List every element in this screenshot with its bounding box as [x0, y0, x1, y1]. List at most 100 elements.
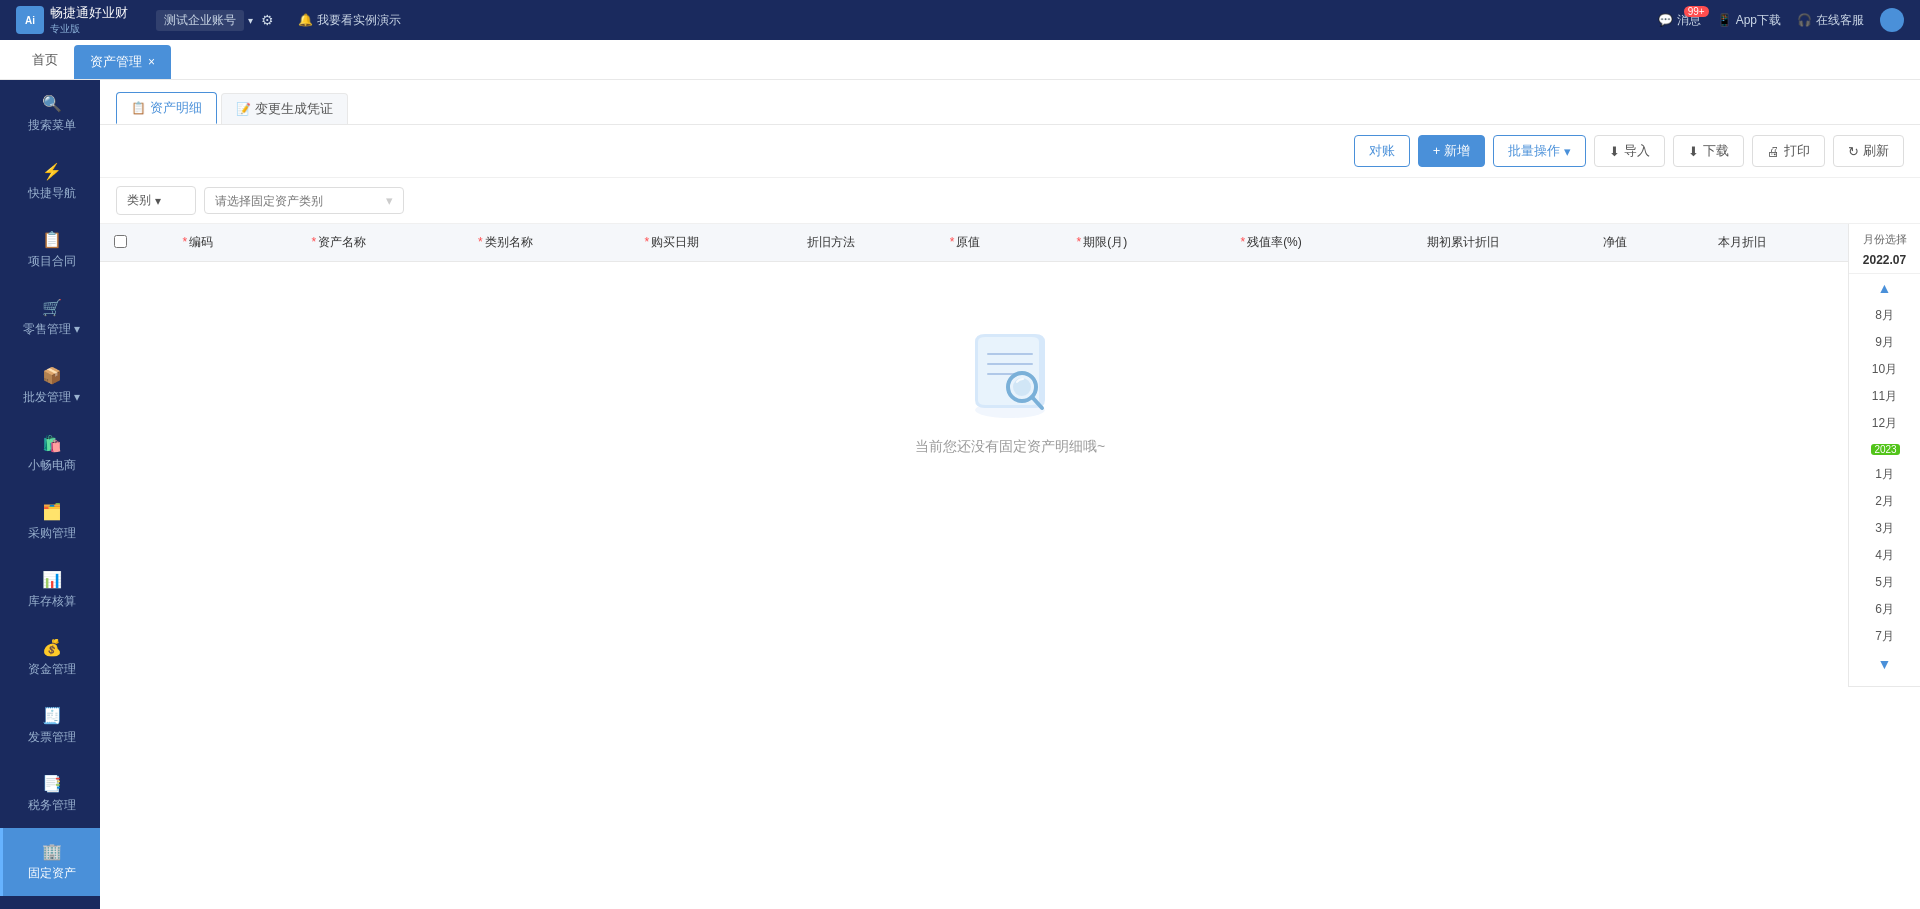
tab-asset-management[interactable]: 资产管理 × [74, 45, 171, 79]
sidebar-label-invoice: 发票管理 [28, 730, 76, 744]
month-item-year-2023[interactable]: 2023 [1849, 437, 1920, 461]
sidebar-item-salary[interactable]: 💵 工资 [0, 896, 100, 909]
select-all-header [100, 224, 140, 262]
tab-close-icon[interactable]: × [148, 55, 155, 69]
category-label: 类别 [127, 192, 151, 209]
account-selector[interactable]: 测试企业账号 ▾ [156, 10, 253, 31]
sidebar-item-fixed-assets[interactable]: 🏢 固定资产 [0, 828, 100, 896]
refresh-button[interactable]: ↻ 刷新 [1833, 135, 1904, 167]
month-item-1[interactable]: 1月 [1849, 461, 1920, 488]
sidebar-label-purchase: 采购管理 [28, 526, 76, 540]
sidebar-label-ecommerce: 小畅电商 [28, 458, 76, 472]
batch-button[interactable]: 批量操作 ▾ [1493, 135, 1586, 167]
inventory-icon: 📊 [11, 570, 92, 589]
print-label: 打印 [1784, 142, 1810, 160]
month-item-3[interactable]: 3月 [1849, 515, 1920, 542]
online-service-button[interactable]: 🎧 在线客服 [1797, 12, 1864, 29]
sub-tab-change-voucher[interactable]: 📝 变更生成凭证 [221, 93, 348, 124]
col-name: *资产名称 [256, 224, 422, 262]
quick-nav-icon: ⚡ [11, 162, 92, 181]
month-item-5[interactable]: 5月 [1849, 569, 1920, 596]
download-icon: ⬇ [1688, 144, 1699, 159]
year-2023-badge: 2023 [1871, 444, 1899, 455]
empty-text: 当前您还没有固定资产明细哦~ [915, 438, 1105, 456]
month-item-6[interactable]: 6月 [1849, 596, 1920, 623]
sidebar: 🔍 搜索菜单 ⚡ 快捷导航 📋 项目合同 🛒 零售管理 ▾ 📦 批发管理 ▾ 🛍… [0, 80, 100, 909]
month-nav-down[interactable]: ▼ [1875, 654, 1895, 674]
month-item-9[interactable]: 9月 [1849, 329, 1920, 356]
tax-icon: 📑 [11, 774, 92, 793]
app-download-button[interactable]: 📱 App下载 [1717, 12, 1781, 29]
download-label: 下载 [1703, 142, 1729, 160]
phone-icon: 📱 [1717, 13, 1732, 27]
print-icon: 🖨 [1767, 144, 1780, 159]
app-label: App下载 [1736, 12, 1781, 29]
reconcile-button[interactable]: 对账 [1354, 135, 1410, 167]
sidebar-item-search[interactable]: 🔍 搜索菜单 [0, 80, 100, 148]
print-button[interactable]: 🖨 打印 [1752, 135, 1825, 167]
month-item-12[interactable]: 12月 [1849, 410, 1920, 437]
month-item-4[interactable]: 4月 [1849, 542, 1920, 569]
user-avatar[interactable] [1880, 8, 1904, 32]
col-category: *类别名称 [422, 224, 588, 262]
sidebar-item-ecommerce[interactable]: 🛍️ 小畅电商 [0, 420, 100, 488]
category-filter-select[interactable]: 类别 ▾ [116, 186, 196, 215]
wholesale-icon: 📦 [11, 366, 92, 385]
month-panel-title: 月份选择 [1849, 224, 1920, 251]
content-main: *编码 *资产名称 *类别名称 *购买日期 折旧方法 *原值 *期限(月) *残… [100, 224, 1920, 909]
sidebar-label-quick-nav: 快捷导航 [28, 186, 76, 200]
sidebar-label-inventory: 库存核算 [28, 594, 76, 608]
month-nav-up[interactable]: ▲ [1875, 278, 1895, 298]
message-button[interactable]: 💬 消息 99+ [1658, 12, 1701, 29]
example-text: 我要看实例演示 [317, 12, 401, 29]
sidebar-label-fixed-assets: 固定资产 [28, 866, 76, 880]
sub-tab-asset-detail[interactable]: 📋 资产明细 [116, 92, 217, 124]
sidebar-item-quick-nav[interactable]: ⚡ 快捷导航 [0, 148, 100, 216]
example-link[interactable]: 🔔 我要看实例演示 [298, 12, 401, 29]
tab-label: 资产管理 [90, 53, 142, 71]
category-input-wrap[interactable]: ▾ [204, 187, 404, 214]
col-original-value: *原值 [907, 224, 1023, 262]
empty-state: 当前您还没有固定资产明细哦~ [100, 262, 1920, 496]
category-input[interactable] [215, 194, 382, 208]
month-item-11[interactable]: 11月 [1849, 383, 1920, 410]
import-button[interactable]: ⬇ 导入 [1594, 135, 1665, 167]
sidebar-item-purchase[interactable]: 🗂️ 采购管理 [0, 488, 100, 556]
sidebar-label-project: 项目合同 [28, 254, 76, 268]
month-item-10[interactable]: 10月 [1849, 356, 1920, 383]
month-item-2[interactable]: 2月 [1849, 488, 1920, 515]
sidebar-item-wholesale[interactable]: 📦 批发管理 ▾ [0, 352, 100, 420]
add-label: + 新增 [1433, 142, 1470, 160]
sidebar-label-search: 搜索菜单 [28, 118, 76, 132]
brand: Ai 畅捷通好业财 专业版 [16, 4, 128, 36]
sidebar-item-tax[interactable]: 📑 税务管理 [0, 760, 100, 828]
headset-icon: 🎧 [1797, 13, 1812, 27]
select-all-checkbox[interactable] [114, 235, 127, 248]
top-bar: Ai 畅捷通好业财 专业版 测试企业账号 ▾ ⚙ 🔔 我要看实例演示 💬 消息 … [0, 0, 1920, 40]
nav-tabs: 首页 资产管理 × [0, 40, 1920, 80]
main-layout: 🔍 搜索菜单 ⚡ 快捷导航 📋 项目合同 🛒 零售管理 ▾ 📦 批发管理 ▾ 🛍… [0, 80, 1920, 909]
account-name: 测试企业账号 [156, 10, 244, 31]
message-badge: 99+ [1684, 6, 1709, 17]
fixed-assets-icon: 🏢 [11, 842, 92, 861]
download-button[interactable]: ⬇ 下载 [1673, 135, 1744, 167]
brand-edition: 专业版 [50, 22, 128, 36]
change-voucher-tab-icon: 📝 [236, 102, 251, 116]
month-item-8[interactable]: 8月 [1849, 302, 1920, 329]
month-item-7[interactable]: 7月 [1849, 623, 1920, 650]
invoice-icon: 🧾 [11, 706, 92, 725]
sidebar-item-invoice[interactable]: 🧾 发票管理 [0, 692, 100, 760]
add-button[interactable]: + 新增 [1418, 135, 1485, 167]
tab-home[interactable]: 首页 [16, 43, 74, 79]
sidebar-label-finance: 资金管理 [28, 662, 76, 676]
sub-tab-asset-detail-label: 资产明细 [150, 99, 202, 117]
sidebar-item-retail[interactable]: 🛒 零售管理 ▾ [0, 284, 100, 352]
toolbar: 对账 + 新增 批量操作 ▾ ⬇ 导入 ⬇ 下载 🖨 打印 ↻ [100, 125, 1920, 178]
settings-icon[interactable]: ⚙ [261, 12, 274, 28]
sidebar-item-inventory[interactable]: 📊 库存核算 [0, 556, 100, 624]
sub-tab-change-voucher-label: 变更生成凭证 [255, 100, 333, 118]
sidebar-item-finance[interactable]: 💰 资金管理 [0, 624, 100, 692]
asset-detail-tab-icon: 📋 [131, 101, 146, 115]
sidebar-item-project[interactable]: 📋 项目合同 [0, 216, 100, 284]
batch-dropdown-icon: ▾ [1564, 144, 1571, 159]
